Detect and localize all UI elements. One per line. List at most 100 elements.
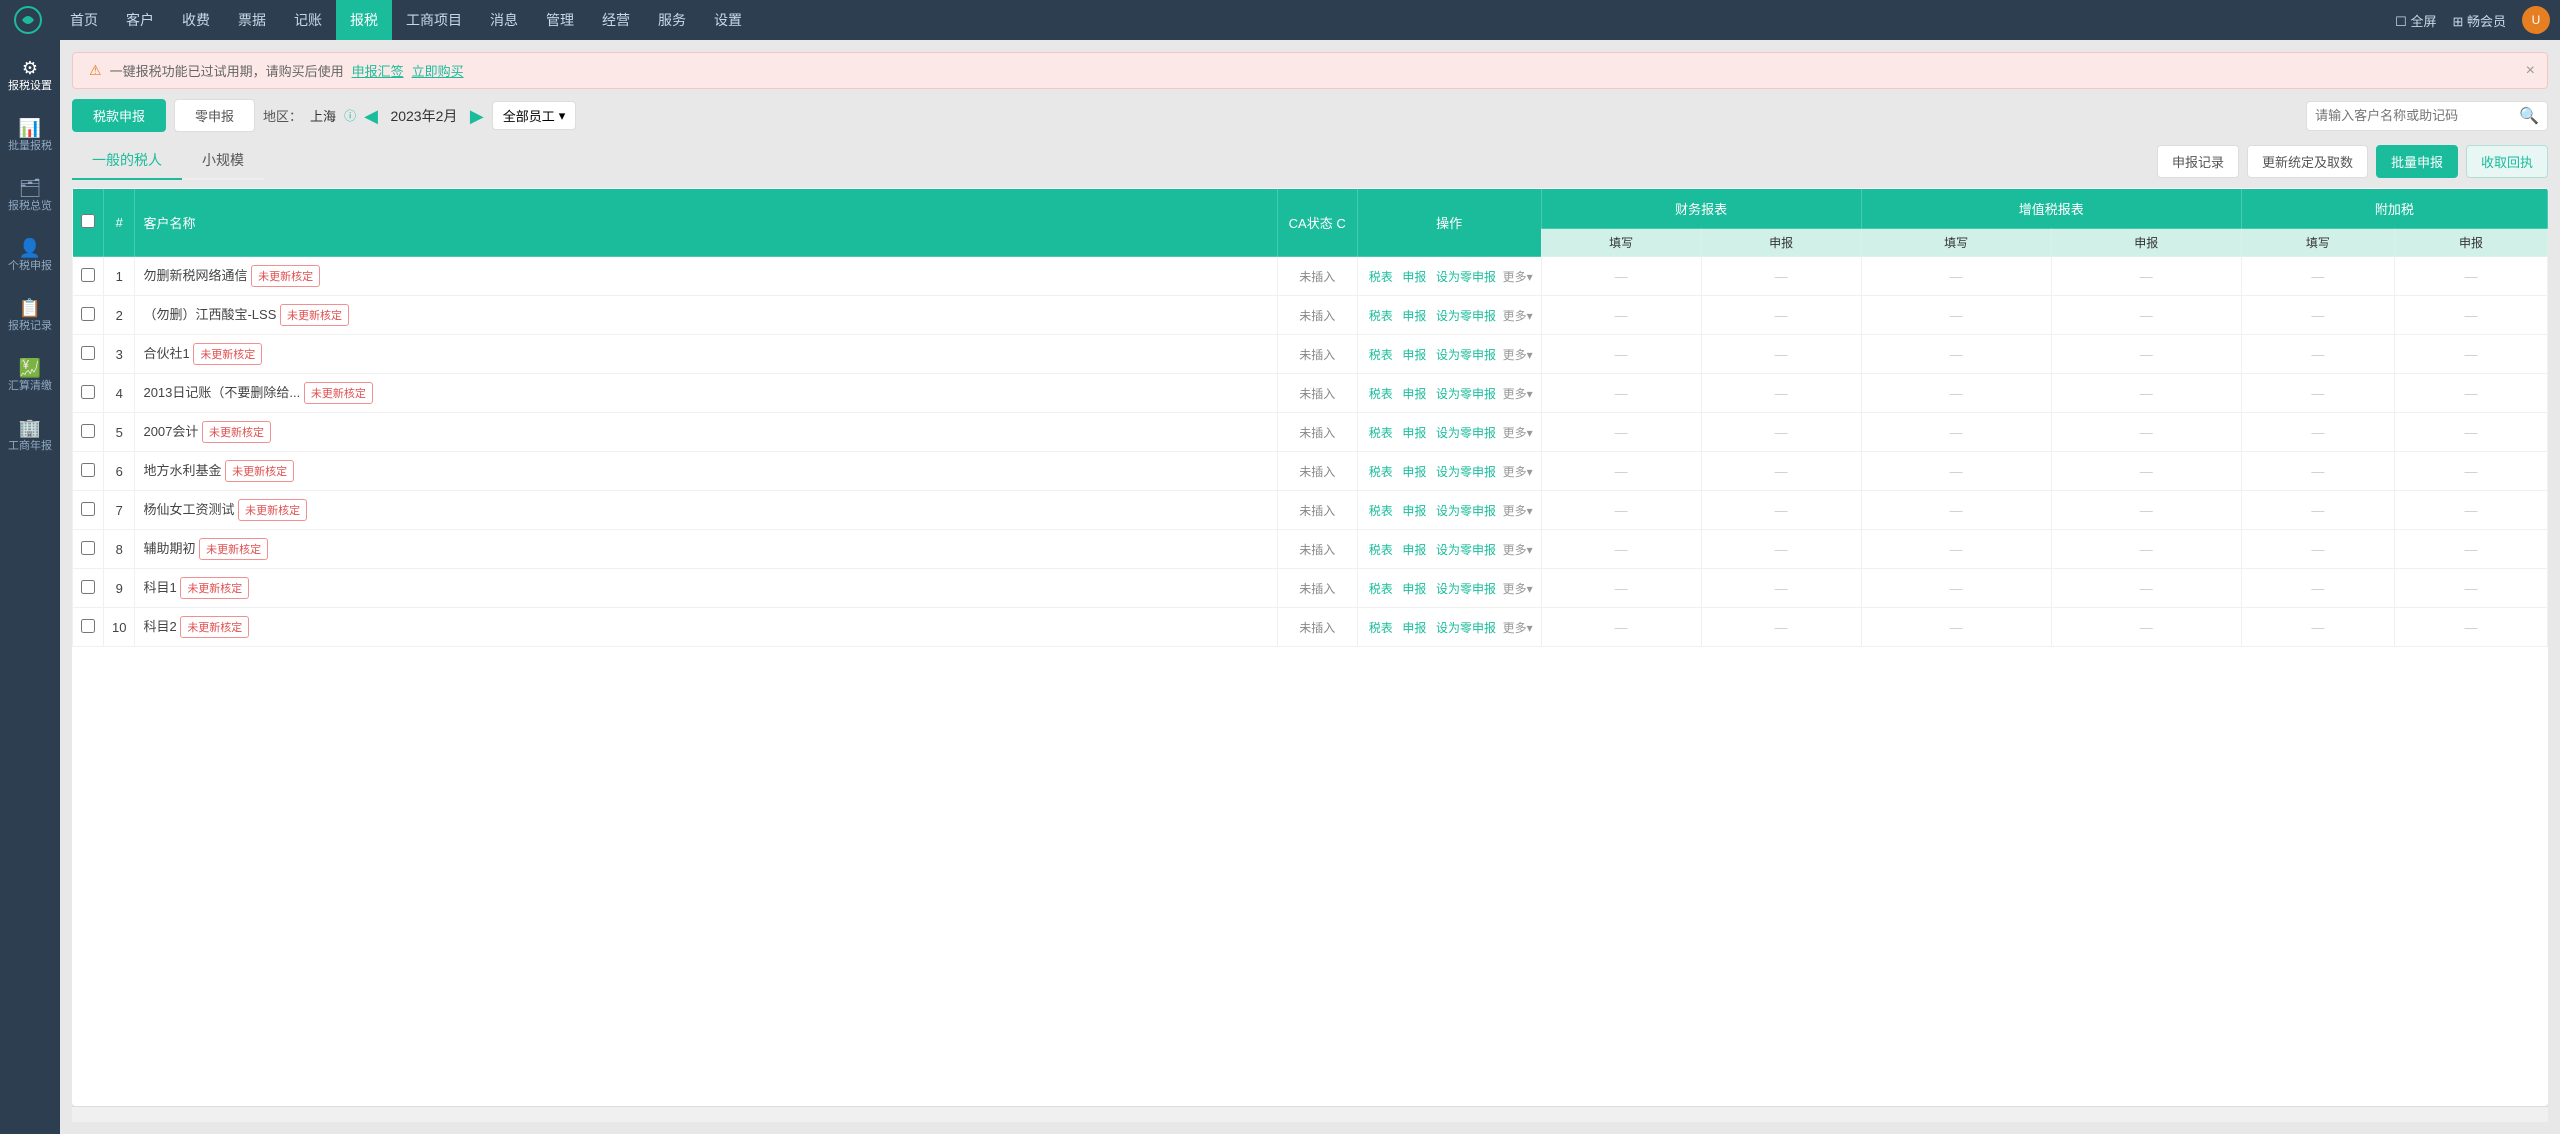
- op-tax-form-3[interactable]: 税表: [1369, 387, 1393, 401]
- row-report-tax-0[interactable]: —: [2051, 257, 2241, 296]
- row-checkbox-5[interactable]: [73, 452, 104, 491]
- nav-settings[interactable]: 设置: [700, 0, 756, 40]
- tab-zero-declare[interactable]: 零申报: [174, 99, 255, 132]
- nav-operation[interactable]: 经营: [588, 0, 644, 40]
- op-declare-9[interactable]: 申报: [1402, 621, 1426, 635]
- select-all-checkbox[interactable]: [81, 214, 95, 228]
- nav-home[interactable]: 首页: [56, 0, 112, 40]
- op-tax-form-4[interactable]: 税表: [1369, 426, 1393, 440]
- row-fill-finance-0[interactable]: —: [1541, 257, 1701, 296]
- row-report-finance-8[interactable]: —: [1701, 569, 1861, 608]
- row-checkbox-9[interactable]: [73, 608, 104, 647]
- op-more-5[interactable]: 更多▾: [1503, 465, 1533, 479]
- row-report-added-0[interactable]: —: [2394, 257, 2547, 296]
- op-more-0[interactable]: 更多▾: [1503, 270, 1533, 284]
- row-fill-finance-8[interactable]: —: [1541, 569, 1701, 608]
- row-fill-finance-4[interactable]: —: [1541, 413, 1701, 452]
- avatar[interactable]: U: [2522, 6, 2550, 34]
- tab-tax-declare[interactable]: 税款申报: [72, 99, 166, 132]
- row-fill-tax-8[interactable]: —: [1861, 569, 2051, 608]
- op-more-3[interactable]: 更多▾: [1503, 387, 1533, 401]
- op-zero-2[interactable]: 设为零申报: [1436, 348, 1496, 362]
- row-report-finance-1[interactable]: —: [1701, 296, 1861, 335]
- row-fill-finance-1[interactable]: —: [1541, 296, 1701, 335]
- row-fill-tax-6[interactable]: —: [1861, 491, 2051, 530]
- row-check-3[interactable]: [81, 385, 95, 399]
- row-report-added-4[interactable]: —: [2394, 413, 2547, 452]
- op-zero-5[interactable]: 设为零申报: [1436, 465, 1496, 479]
- sidebar-item-tax-record[interactable]: 📋 报税记录: [2, 288, 58, 344]
- nav-manage[interactable]: 管理: [532, 0, 588, 40]
- row-fill-tax-5[interactable]: —: [1861, 452, 2051, 491]
- update-btn[interactable]: 更新统定及取数: [2247, 145, 2368, 178]
- row-fill-tax-2[interactable]: —: [1861, 335, 2051, 374]
- op-more-8[interactable]: 更多▾: [1503, 582, 1533, 596]
- op-zero-7[interactable]: 设为零申报: [1436, 543, 1496, 557]
- row-report-added-8[interactable]: —: [2394, 569, 2547, 608]
- op-tax-form-6[interactable]: 税表: [1369, 504, 1393, 518]
- op-tax-form-2[interactable]: 税表: [1369, 348, 1393, 362]
- sidebar-item-personal-tax[interactable]: 👤 个税申报: [2, 228, 58, 284]
- row-report-added-2[interactable]: —: [2394, 335, 2547, 374]
- row-report-tax-1[interactable]: —: [2051, 296, 2241, 335]
- info-icon[interactable]: ⓘ: [344, 107, 356, 124]
- op-tax-form-5[interactable]: 税表: [1369, 465, 1393, 479]
- row-fill-added-2[interactable]: —: [2241, 335, 2394, 374]
- row-check-2[interactable]: [81, 346, 95, 360]
- op-more-9[interactable]: 更多▾: [1503, 621, 1533, 635]
- row-fill-tax-7[interactable]: —: [1861, 530, 2051, 569]
- op-zero-6[interactable]: 设为零申报: [1436, 504, 1496, 518]
- op-declare-6[interactable]: 申报: [1402, 504, 1426, 518]
- op-zero-8[interactable]: 设为零申报: [1436, 582, 1496, 596]
- op-tax-form-0[interactable]: 税表: [1369, 270, 1393, 284]
- row-fill-finance-9[interactable]: —: [1541, 608, 1701, 647]
- row-report-finance-7[interactable]: —: [1701, 530, 1861, 569]
- row-report-tax-2[interactable]: —: [2051, 335, 2241, 374]
- nav-account[interactable]: 记账: [280, 0, 336, 40]
- row-checkbox-6[interactable]: [73, 491, 104, 530]
- prev-month-btn[interactable]: ◀: [364, 107, 378, 125]
- collect-btn[interactable]: 收取回执: [2466, 145, 2548, 178]
- row-fill-added-0[interactable]: —: [2241, 257, 2394, 296]
- row-fill-added-5[interactable]: —: [2241, 452, 2394, 491]
- row-fill-finance-7[interactable]: —: [1541, 530, 1701, 569]
- next-month-btn[interactable]: ▶: [470, 107, 484, 125]
- row-fill-added-1[interactable]: —: [2241, 296, 2394, 335]
- op-zero-1[interactable]: 设为零申报: [1436, 309, 1496, 323]
- row-check-4[interactable]: [81, 424, 95, 438]
- row-fill-finance-6[interactable]: —: [1541, 491, 1701, 530]
- row-report-finance-4[interactable]: —: [1701, 413, 1861, 452]
- op-tax-form-1[interactable]: 税表: [1369, 309, 1393, 323]
- op-more-1[interactable]: 更多▾: [1503, 309, 1533, 323]
- row-report-added-3[interactable]: —: [2394, 374, 2547, 413]
- op-declare-2[interactable]: 申报: [1402, 348, 1426, 362]
- row-checkbox-2[interactable]: [73, 335, 104, 374]
- row-fill-finance-5[interactable]: —: [1541, 452, 1701, 491]
- op-zero-3[interactable]: 设为零申报: [1436, 387, 1496, 401]
- row-check-5[interactable]: [81, 463, 95, 477]
- row-fill-added-8[interactable]: —: [2241, 569, 2394, 608]
- op-declare-7[interactable]: 申报: [1402, 543, 1426, 557]
- row-fill-tax-0[interactable]: —: [1861, 257, 2051, 296]
- row-fill-added-3[interactable]: —: [2241, 374, 2394, 413]
- row-check-7[interactable]: [81, 541, 95, 555]
- row-fill-added-4[interactable]: —: [2241, 413, 2394, 452]
- row-report-added-7[interactable]: —: [2394, 530, 2547, 569]
- sidebar-item-annual-report[interactable]: 🏢 工商年报: [2, 408, 58, 464]
- row-check-9[interactable]: [81, 619, 95, 633]
- row-checkbox-7[interactable]: [73, 530, 104, 569]
- nav-service[interactable]: 服务: [644, 0, 700, 40]
- fullscreen-btn[interactable]: ☐ 全屏: [2395, 11, 2436, 30]
- op-declare-3[interactable]: 申报: [1402, 387, 1426, 401]
- row-report-finance-3[interactable]: —: [1701, 374, 1861, 413]
- table-wrapper[interactable]: # 客户名称 CA状态 C 操作 财务报表 增值税报表 附加税 填写 申报 填写: [72, 188, 2548, 647]
- notice-link-buy[interactable]: 立即购买: [412, 61, 464, 80]
- row-checkbox-0[interactable]: [73, 257, 104, 296]
- row-report-tax-9[interactable]: —: [2051, 608, 2241, 647]
- notice-close-btn[interactable]: ×: [2526, 62, 2535, 80]
- row-check-0[interactable]: [81, 268, 95, 282]
- tab-small-scale[interactable]: 小规模: [182, 142, 264, 180]
- nav-client[interactable]: 客户: [112, 0, 168, 40]
- row-check-6[interactable]: [81, 502, 95, 516]
- op-declare-8[interactable]: 申报: [1402, 582, 1426, 596]
